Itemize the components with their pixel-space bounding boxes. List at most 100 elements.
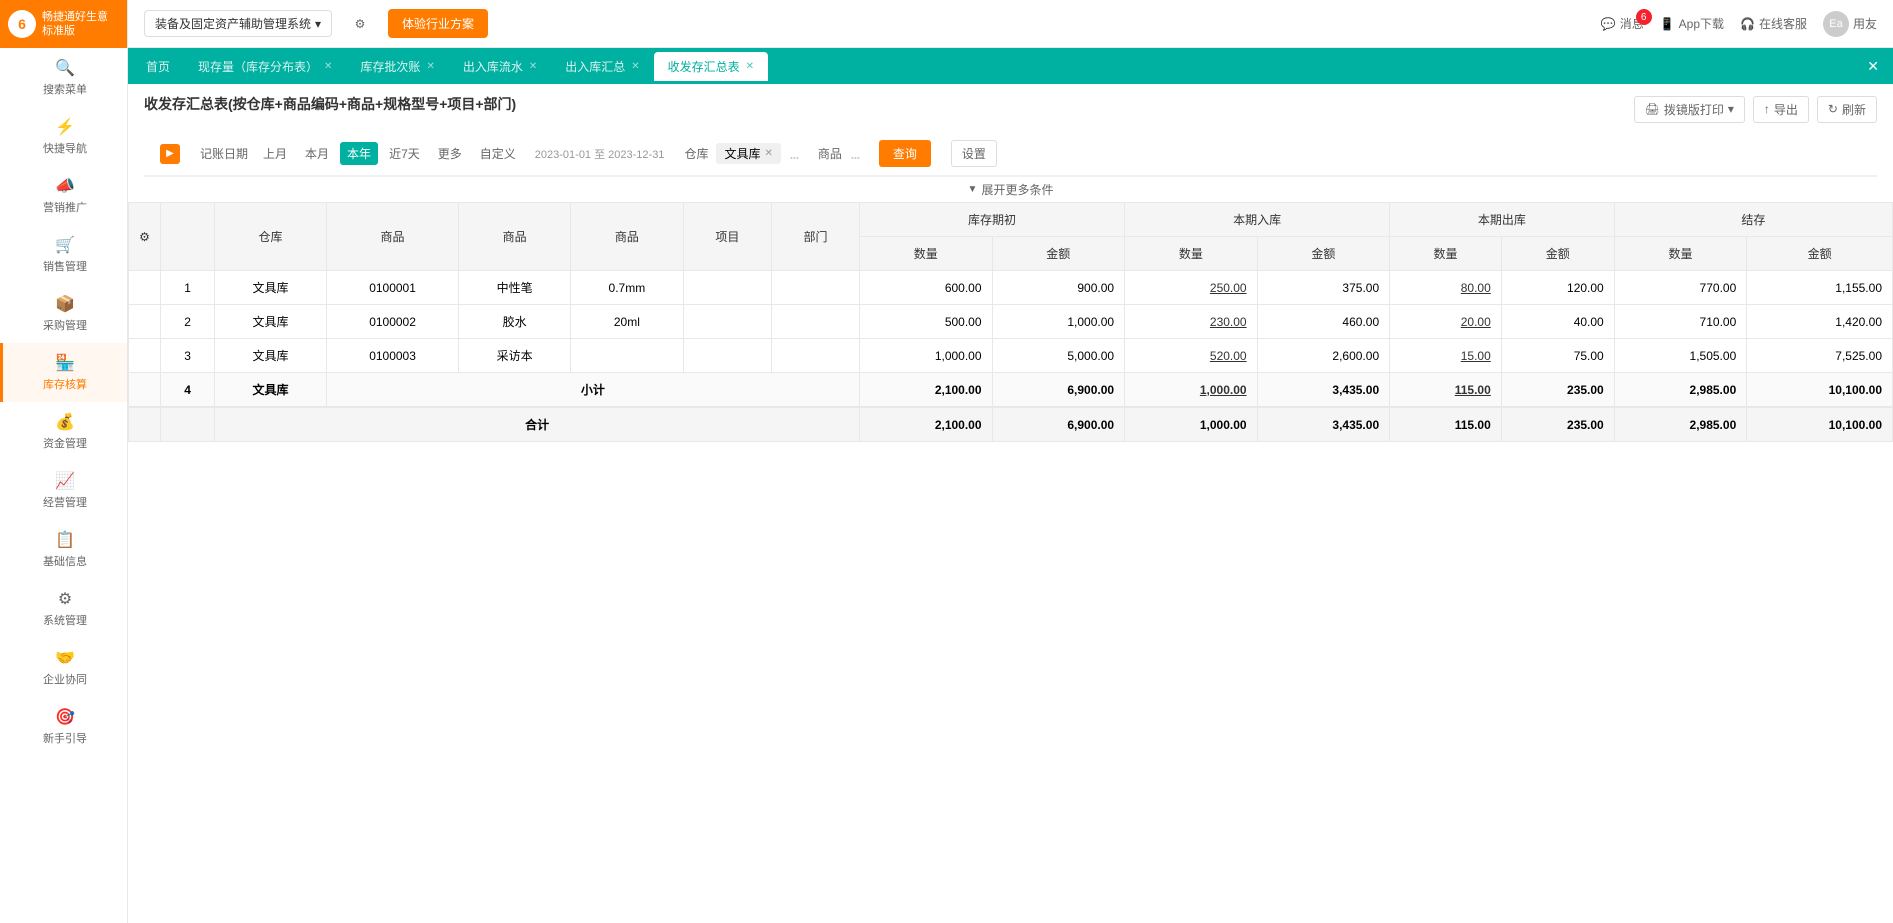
tab-库存批次账[interactable]: 库存批次账✕ <box>346 52 448 81</box>
row-bal-amt: 1,155.00 <box>1747 271 1893 305</box>
sidebar-item-库存核算[interactable]: 🏪 库存核算 <box>0 343 127 402</box>
sidebar-item-采购管理[interactable]: 📦采购管理 <box>0 284 127 343</box>
row-spec <box>570 339 683 373</box>
row-out-qty[interactable]: 15.00 <box>1390 339 1502 373</box>
sidebar-label: 采购管理 <box>43 317 87 333</box>
sidebar-item-营销推广[interactable]: 📣营销推广 <box>0 166 127 225</box>
date-btn-本年[interactable]: 本年 <box>340 142 378 165</box>
arrow-icon: ▶ <box>166 148 174 159</box>
tab-现存量（库存分布表）[interactable]: 现存量（库存分布表）✕ <box>184 52 346 81</box>
filter-toggle-btn[interactable]: ▶ <box>160 144 180 164</box>
date-btn-上月[interactable]: 上月 <box>256 142 294 165</box>
tab-出入库汇总[interactable]: 出入库汇总✕ <box>551 52 653 81</box>
total-open-amt: 6,900.00 <box>992 407 1125 442</box>
warehouse-tag-close[interactable]: ✕ <box>764 148 772 159</box>
sidebar-item-搜索菜单[interactable]: 🔍搜索菜单 <box>0 48 127 107</box>
tab-close-icon[interactable]: ✕ <box>529 61 537 72</box>
tab-出入库流水[interactable]: 出入库流水✕ <box>449 52 551 81</box>
sidebar-icon: 📋 <box>55 530 75 550</box>
total-open-qty: 2,100.00 <box>860 407 993 442</box>
warehouse-more-btn[interactable]: ... <box>789 143 798 164</box>
sidebar-item-资金管理[interactable]: 💰资金管理 <box>0 402 127 461</box>
row-warehouse: 文具库 <box>215 305 327 339</box>
date-btn-近7天[interactable]: 近7天 <box>382 142 427 165</box>
main-area: 装备及固定资产辅助管理系统 ▾ ⚙ 体验行业方案 💬 消息 6 📱 App下载 … <box>128 0 1893 923</box>
messages-btn[interactable]: 💬 消息 6 <box>1601 15 1644 32</box>
th-dept: 部门 <box>771 203 859 271</box>
experience-button[interactable]: 体验行业方案 <box>388 9 488 38</box>
page-title-row: 收发存汇总表(按仓库+商品编码+商品+规格型号+项目+部门) 🖨 拨镜版打印 ▾… <box>144 94 1877 132</box>
settings-col-header[interactable]: ⚙ <box>129 203 161 271</box>
date-btn-自定义[interactable]: 自定义 <box>473 142 523 165</box>
row-code: 0100001 <box>326 271 459 305</box>
sidebar-item-基础信息[interactable]: 📋基础信息 <box>0 520 127 579</box>
row-bal-qty: 770.00 <box>1614 271 1747 305</box>
sidebar-icon: 📣 <box>55 176 75 196</box>
sidebar: 6 畅捷通好生意 标准版 🔍搜索菜单⚡快捷导航📣营销推广🛒销售管理📦采购管理 🏪 库… <box>0 0 128 923</box>
print-button[interactable]: 🖨 拨镜版打印 ▾ <box>1634 96 1745 123</box>
subtotal-out-qty: 115.00 <box>1390 373 1502 408</box>
th-project: 项目 <box>683 203 771 271</box>
export-button[interactable]: ↑ 导出 <box>1753 96 1809 123</box>
sidebar-item-新手引导[interactable]: 🎯新手引导 <box>0 697 127 756</box>
refresh-button[interactable]: ↻ 刷新 <box>1817 96 1877 123</box>
sidebar-logo: 6 畅捷通好生意 标准版 <box>0 0 127 48</box>
online-service-btn[interactable]: 🎧 在线客服 <box>1740 15 1807 32</box>
sidebar-icon: 💰 <box>55 412 75 432</box>
sidebar-icon: 🤝 <box>55 648 75 668</box>
page-title: 收发存汇总表(按仓库+商品编码+商品+规格型号+项目+部门) <box>144 94 516 114</box>
row-settings[interactable] <box>129 271 161 305</box>
row-settings[interactable] <box>129 339 161 373</box>
th-in-amt: 金额 <box>1257 237 1390 271</box>
row-open-qty: 1,000.00 <box>860 339 993 373</box>
sidebar-label: 库存核算 <box>43 376 87 392</box>
close-all-tabs-btn[interactable]: ✕ <box>1857 52 1889 81</box>
sidebar-item-销售管理[interactable]: 🛒销售管理 <box>0 225 127 284</box>
sidebar-item-系统管理[interactable]: ⚙系统管理 <box>0 579 127 638</box>
sidebar-item-企业协同[interactable]: 🤝 企业协同 <box>0 638 127 697</box>
row-in-qty[interactable]: 520.00 <box>1125 339 1258 373</box>
date-btn-更多[interactable]: 更多 <box>431 142 469 165</box>
row-in-qty[interactable]: 230.00 <box>1125 305 1258 339</box>
tab-首页[interactable]: 首页 <box>132 52 184 81</box>
phone-icon: 📱 <box>1660 17 1675 31</box>
sidebar-item-快捷导航[interactable]: ⚡快捷导航 <box>0 107 127 166</box>
user-menu[interactable]: Ea 用友 <box>1823 11 1877 37</box>
row-in-qty[interactable]: 250.00 <box>1125 271 1258 305</box>
sidebar-icon: 🏪 <box>55 353 75 373</box>
message-icon: 💬 <box>1601 17 1616 31</box>
total-in-qty: 1,000.00 <box>1125 407 1258 442</box>
table-area: ⚙ 仓库 商品 商品 商品 项目 部门 库存期初 本期入库 本期出库 结存 <box>128 202 1893 923</box>
date-range: 2023-01-01 至 2023-12-31 <box>535 146 665 162</box>
row-no: 2 <box>161 305 215 339</box>
th-bal-amt: 金额 <box>1747 237 1893 271</box>
th-goods-code: 商品 <box>326 203 459 271</box>
tab-close-icon[interactable]: ✕ <box>426 61 434 72</box>
column-settings-button[interactable]: 设置 <box>951 140 997 167</box>
row-out-qty[interactable]: 20.00 <box>1390 305 1502 339</box>
settings-icon[interactable]: ⚙ <box>344 8 376 40</box>
row-open-amt: 900.00 <box>992 271 1125 305</box>
row-open-qty: 600.00 <box>860 271 993 305</box>
tab-close-icon[interactable]: ✕ <box>631 61 639 72</box>
tab-close-icon[interactable]: ✕ <box>324 61 332 72</box>
goods-more-btn[interactable]: ... <box>850 143 859 164</box>
query-button[interactable]: 查询 <box>879 140 931 167</box>
tab-收发存汇总表[interactable]: 收发存汇总表✕ <box>654 52 768 81</box>
row-out-qty[interactable]: 80.00 <box>1390 271 1502 305</box>
sidebar-label: 企业协同 <box>43 671 87 687</box>
row-warehouse: 文具库 <box>215 339 327 373</box>
sidebar-icon: 🔍 <box>55 58 75 78</box>
tab-close-icon[interactable]: ✕ <box>746 61 754 72</box>
sidebar-item-经营管理[interactable]: 📈经营管理 <box>0 461 127 520</box>
row-open-qty: 500.00 <box>860 305 993 339</box>
expand-conditions-btn[interactable]: ▼ 展开更多条件 <box>144 176 1877 202</box>
row-project <box>683 271 771 305</box>
app-download-btn[interactable]: 📱 App下载 <box>1660 15 1724 32</box>
sidebar-label: 系统管理 <box>43 612 87 628</box>
total-label: 合计 <box>215 407 860 442</box>
date-btn-本月[interactable]: 本月 <box>298 142 336 165</box>
row-settings[interactable] <box>129 305 161 339</box>
subtotal-label: 小计 <box>326 373 859 408</box>
system-select[interactable]: 装备及固定资产辅助管理系统 ▾ <box>144 10 332 37</box>
